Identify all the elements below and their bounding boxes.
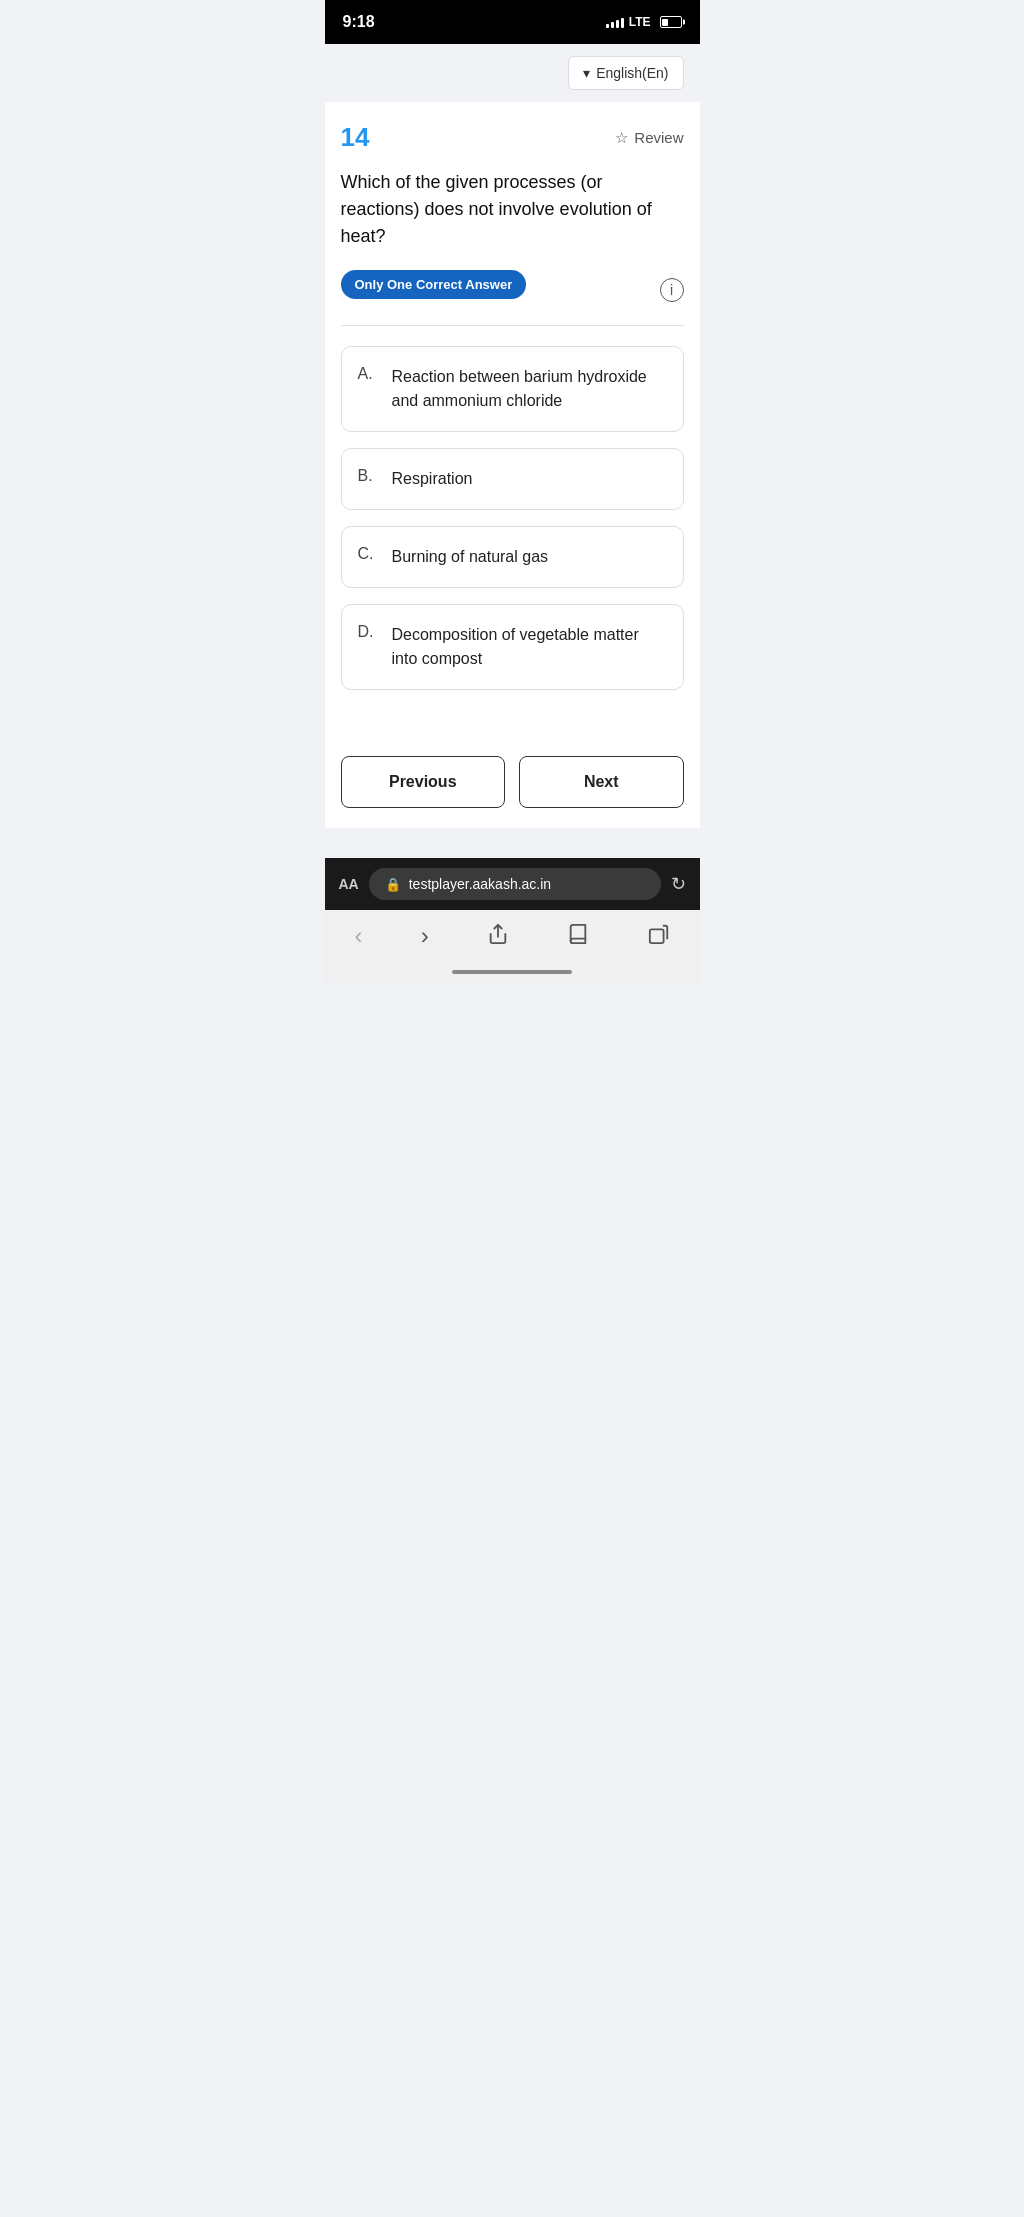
question-header: 14 ☆ Review (341, 122, 684, 153)
divider (341, 325, 684, 326)
status-icons: LTE (606, 15, 682, 29)
forward-icon[interactable]: › (421, 922, 429, 950)
language-header: ▾ English(En) (325, 44, 700, 102)
back-icon[interactable]: ‹ (355, 922, 363, 950)
option-a[interactable]: A. Reaction between barium hydroxide and… (341, 346, 684, 432)
url-text: testplayer.aakash.ac.in (409, 876, 551, 892)
chevron-down-icon: ▾ (583, 65, 590, 81)
option-d-text: Decomposition of vegetable matter into c… (392, 623, 667, 671)
previous-button[interactable]: Previous (341, 756, 506, 808)
home-bar (452, 970, 572, 974)
info-icon[interactable]: i (660, 278, 684, 302)
status-bar: 9:18 LTE (325, 0, 700, 44)
browser-bar: AA 🔒 testplayer.aakash.ac.in ↻ (325, 858, 700, 910)
book-icon[interactable] (567, 923, 589, 950)
option-b-text: Respiration (392, 467, 473, 491)
question-text: Which of the given processes (or reactio… (341, 169, 684, 250)
status-time: 9:18 (343, 13, 375, 31)
browser-url-bar[interactable]: 🔒 testplayer.aakash.ac.in (369, 868, 661, 900)
share-icon[interactable] (487, 923, 509, 950)
option-c[interactable]: C. Burning of natural gas (341, 526, 684, 588)
battery-icon (660, 16, 682, 28)
tabs-icon[interactable] (648, 923, 670, 950)
option-c-text: Burning of natural gas (392, 545, 549, 569)
review-button[interactable]: ☆ Review (615, 129, 683, 147)
option-b[interactable]: B. Respiration (341, 448, 684, 510)
option-a-text: Reaction between barium hydroxide and am… (392, 365, 667, 413)
nav-buttons: Previous Next (325, 726, 700, 828)
language-selector[interactable]: ▾ English(En) (568, 56, 683, 90)
main-content: 14 ☆ Review Which of the given processes… (325, 102, 700, 726)
option-c-label: C. (358, 545, 378, 563)
lock-icon: 🔒 (385, 877, 401, 892)
star-icon: ☆ (615, 129, 628, 147)
reload-icon[interactable]: ↻ (671, 873, 686, 895)
question-number: 14 (341, 122, 370, 153)
badge-row: Only One Correct Answer i (341, 270, 684, 305)
svg-rect-1 (649, 929, 663, 943)
signal-bars-icon (606, 16, 624, 28)
review-label: Review (634, 129, 683, 146)
option-d-label: D. (358, 623, 378, 641)
answer-type-badge: Only One Correct Answer (341, 270, 527, 299)
option-b-label: B. (358, 467, 378, 485)
bottom-navigation: ‹ › (325, 910, 700, 962)
home-indicator (325, 962, 700, 982)
option-a-label: A. (358, 365, 378, 383)
browser-aa-label[interactable]: AA (339, 876, 359, 892)
next-button[interactable]: Next (519, 756, 684, 808)
lte-label: LTE (629, 15, 651, 29)
language-label: English(En) (596, 65, 668, 81)
option-d[interactable]: D. Decomposition of vegetable matter int… (341, 604, 684, 690)
